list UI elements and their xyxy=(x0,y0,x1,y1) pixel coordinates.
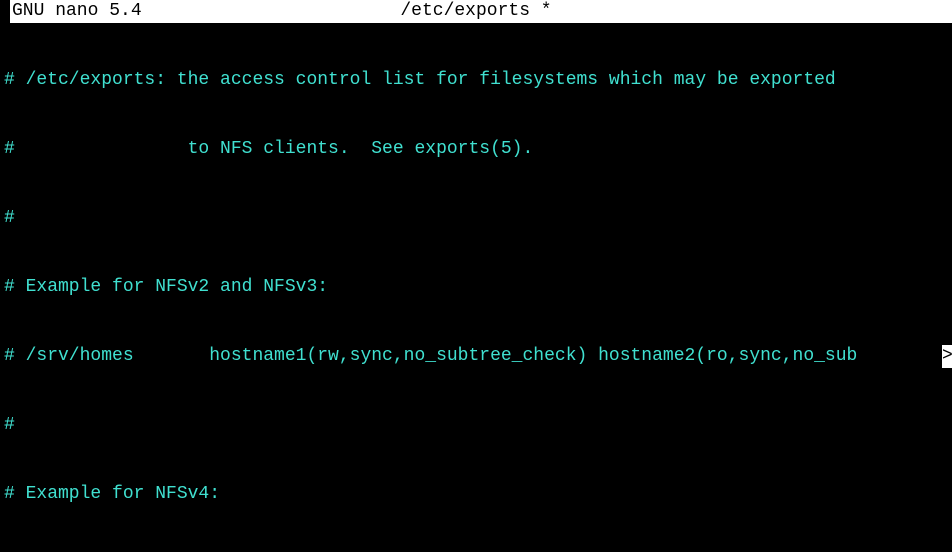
file-name: /etc/exports * xyxy=(0,0,952,23)
file-line: # /etc/exports: the access control list … xyxy=(4,69,952,92)
file-line: # Example for NFSv2 and NFSv3: xyxy=(4,276,952,299)
line-overflow-icon: > xyxy=(942,345,952,368)
file-line: # xyxy=(4,414,952,437)
file-line: # to NFS clients. See exports(5). xyxy=(4,138,952,161)
app-name: GNU nano 5.4 xyxy=(10,0,142,23)
file-line: # xyxy=(4,207,952,230)
file-line: # /srv/homes hostname1(rw,sync,no_subtre… xyxy=(4,345,952,368)
shortcut-bar: ^GHelp ^OWrite Out ^WWhere Is ^KCut ^TEx… xyxy=(0,506,952,552)
editor-area[interactable]: # /etc/exports: the access control list … xyxy=(0,23,952,552)
file-line: # Example for NFSv4: xyxy=(4,483,952,506)
titlebar: GNU nano 5.4 /etc/exports * xyxy=(0,0,952,23)
nano-terminal: GNU nano 5.4 /etc/exports * # /etc/expor… xyxy=(0,0,952,552)
